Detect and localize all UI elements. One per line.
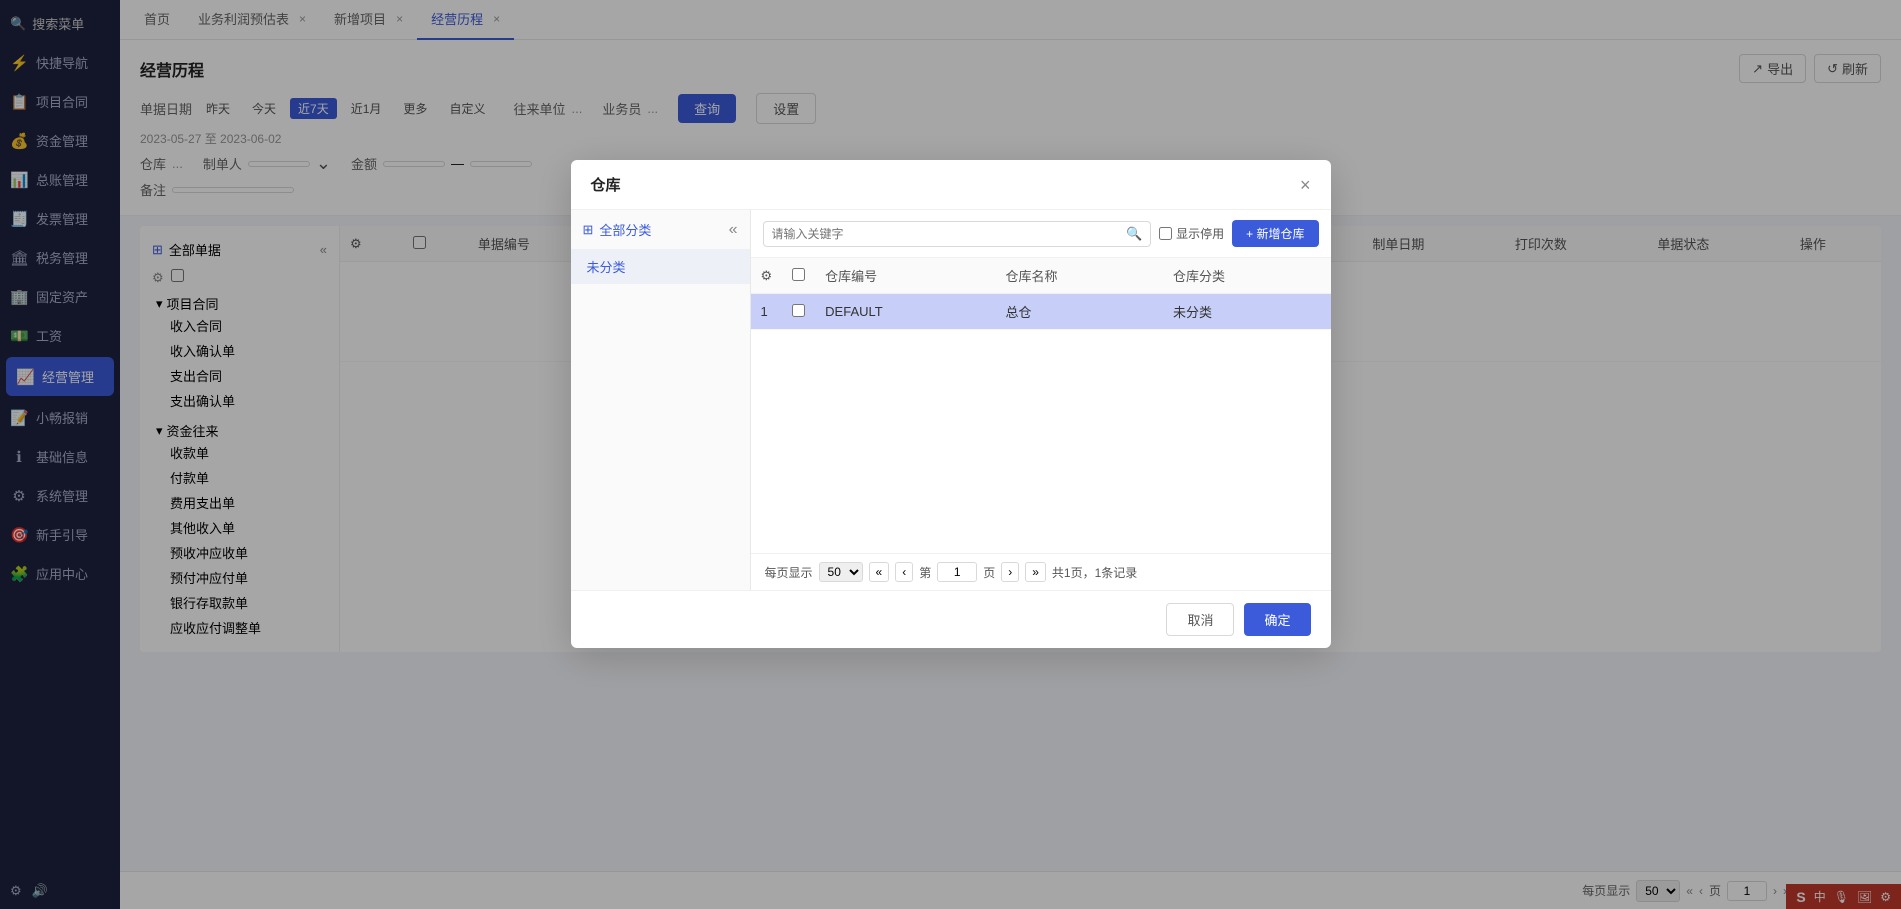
category-all[interactable]: ⊞ 全部分类 « [571,210,750,249]
modal-footer: 取消 确定 [571,590,1331,648]
modal-page-input[interactable] [937,562,977,582]
modal-table-wrap: ⚙ 仓库编号 仓库名称 仓库分类 1 [751,258,1331,553]
mth-category: 仓库分类 [1163,258,1331,294]
row-category: 未分类 [1163,294,1331,330]
search-input-wrap: 🔍 [763,221,1152,247]
modal-last-page-btn[interactable]: » [1025,562,1046,582]
modal-next-page-btn[interactable]: › [1001,562,1019,582]
cancel-button[interactable]: 取消 [1166,603,1234,636]
modal-header: 仓库 × [571,160,1331,210]
row-checkbox-cell [782,294,815,330]
row-checkbox[interactable] [792,304,805,317]
category-panel: ⊞ 全部分类 « 未分类 [571,210,751,590]
mth-code: 仓库编号 [815,258,995,294]
table-search-bar: 🔍 显示停用 + 新增仓库 [751,210,1331,258]
modal-select-all[interactable] [792,268,805,281]
modal-total-label: 共1页，1条记录 [1052,564,1137,581]
modal-per-page-select[interactable]: 50 [819,562,863,582]
warehouse-row[interactable]: 1 DEFAULT 总仓 未分类 [751,294,1331,330]
search-icon-modal[interactable]: 🔍 [1126,226,1142,242]
row-num: 1 [751,294,783,330]
warehouse-search-input[interactable] [772,227,1122,241]
row-code: DEFAULT [815,294,995,330]
mth-name: 仓库名称 [996,258,1163,294]
mth-checkbox [782,258,815,294]
modal-pagination: 每页显示 50 « ‹ 第 页 › » 共1页，1条记录 [751,553,1331,590]
show-disabled-checkbox[interactable] [1159,227,1172,240]
modal-table-header: ⚙ 仓库编号 仓库名称 仓库分类 [751,258,1331,294]
confirm-button[interactable]: 确定 [1244,603,1310,636]
category-uncategorized[interactable]: 未分类 [571,249,750,284]
warehouse-modal: 仓库 × ⊞ 全部分类 « 未分类 🔍 显示停用 + [571,160,1331,648]
grid-icon-modal: ⊞ [583,222,594,238]
modal-table: ⚙ 仓库编号 仓库名称 仓库分类 1 [751,258,1331,330]
row-name: 总仓 [996,294,1163,330]
modal-first-page-btn[interactable]: « [869,562,890,582]
table-panel: 🔍 显示停用 + 新增仓库 ⚙ 仓库编号 [751,210,1331,590]
show-disabled-label: 显示停用 [1159,225,1224,242]
modal-close-button[interactable]: × [1300,176,1311,194]
collapse-category-icon[interactable]: « [729,221,738,239]
modal-title: 仓库 [591,174,621,195]
modal-prev-page-btn[interactable]: ‹ [895,562,913,582]
mth-gear: ⚙ [751,258,783,294]
modal-body: ⊞ 全部分类 « 未分类 🔍 显示停用 + 新增仓库 [571,210,1331,590]
add-warehouse-button[interactable]: + 新增仓库 [1232,220,1318,247]
